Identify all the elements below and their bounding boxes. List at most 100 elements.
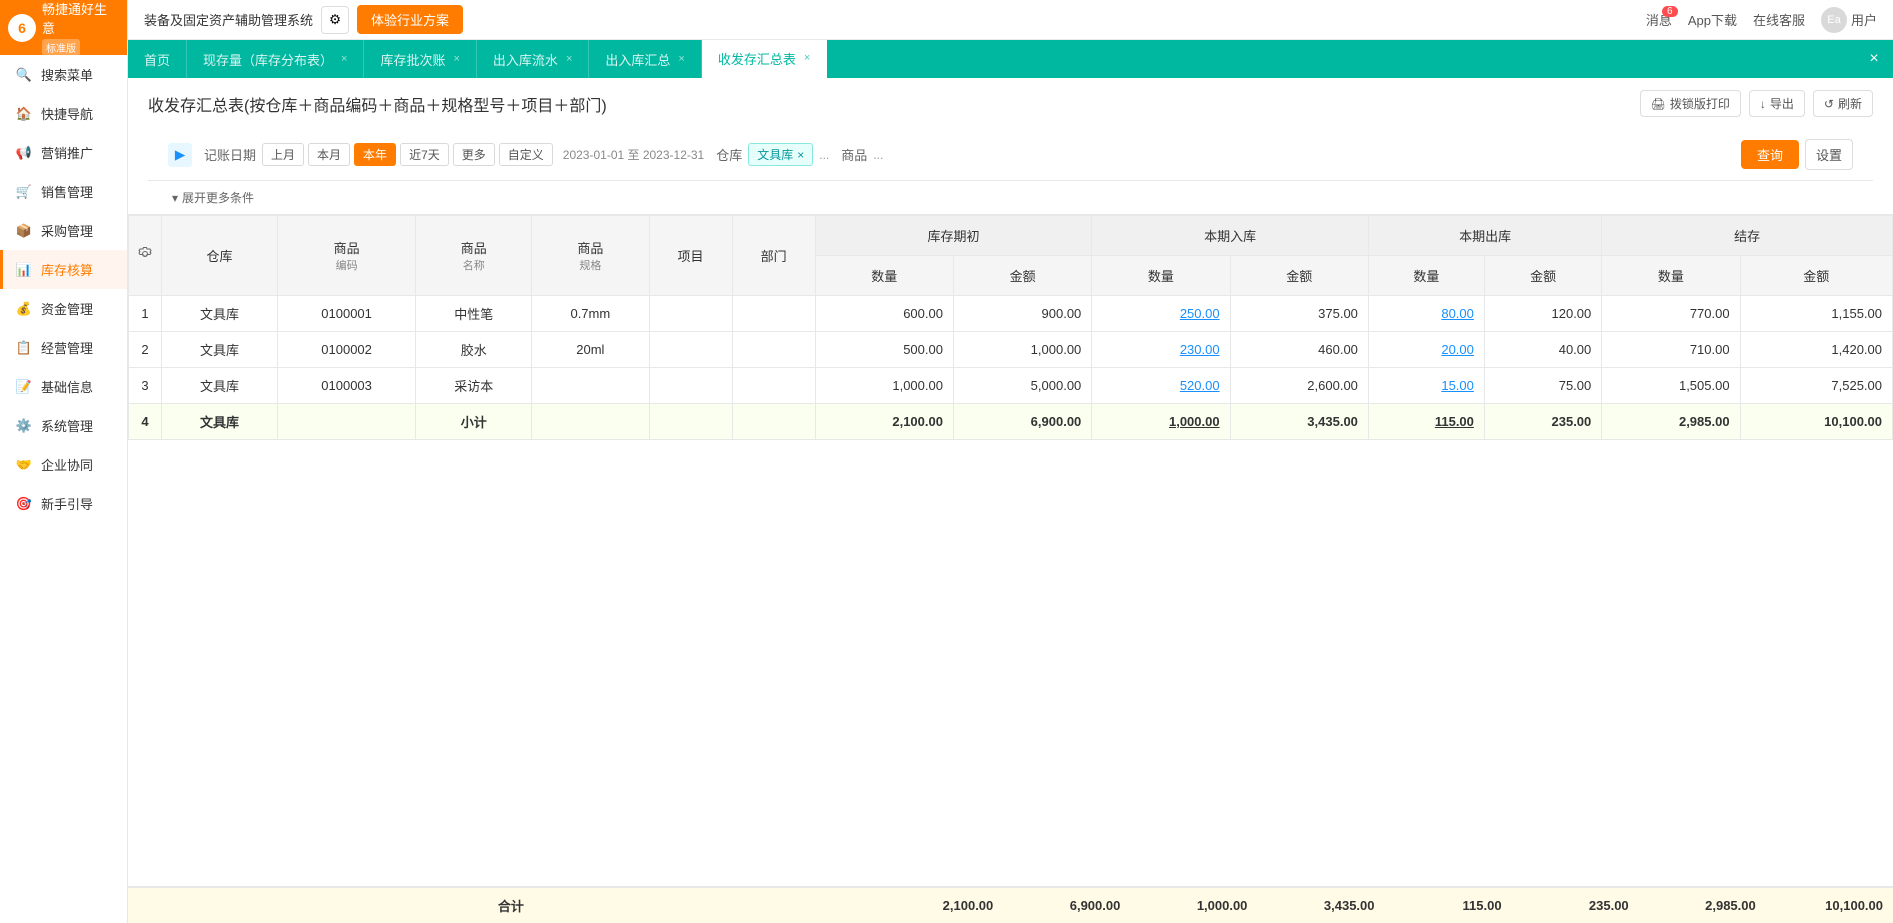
row-in-amt: 375.00 — [1230, 296, 1368, 332]
notification-button[interactable]: 消息 6 — [1646, 10, 1672, 29]
row-dept — [732, 332, 815, 368]
settings-button[interactable]: 设置 — [1805, 139, 1853, 170]
row-out-qty[interactable]: 20.00 — [1368, 332, 1484, 368]
app-download-label: App下载 — [1688, 10, 1737, 29]
tab-close-icon[interactable]: × — [678, 53, 684, 65]
tab-batch-ledger[interactable]: 库存批次账 × — [364, 40, 476, 78]
tab-bar-close-button[interactable]: × — [1855, 40, 1893, 78]
tab-close-icon[interactable]: × — [566, 53, 572, 65]
sidebar-item-system[interactable]: ⚙️ 系统管理 — [0, 406, 127, 445]
footer-out-qty: 115.00 — [1385, 896, 1512, 915]
row-spec: 0.7mm — [532, 296, 649, 332]
tab-inout-flow[interactable]: 出入库流水 × — [477, 40, 589, 78]
subtotal-dept — [732, 404, 815, 440]
print-button[interactable]: 🖨 拨锁版打印 — [1640, 90, 1741, 117]
col-out-qty-header: 数量 — [1368, 256, 1484, 296]
tab-close-icon[interactable]: × — [804, 52, 810, 64]
online-service-button[interactable]: 在线客服 — [1753, 10, 1805, 29]
row-code: 0100003 — [277, 368, 415, 404]
subtotal-out-qty: 115.00 — [1368, 404, 1484, 440]
row-open-qty: 600.00 — [815, 296, 953, 332]
query-button[interactable]: 查询 — [1741, 140, 1799, 169]
footer-bal-amt: 10,100.00 — [1766, 896, 1893, 915]
logo-text: 畅捷通好生意 标准版 — [42, 0, 119, 56]
subtotal-warehouse: 文具库 — [162, 404, 278, 440]
footer-table: 合计 2,100.00 6,900.00 1,000.00 3,435.00 1… — [128, 896, 1893, 915]
date-btn-custom[interactable]: 自定义 — [499, 143, 553, 166]
col-out-amt-header: 金额 — [1484, 256, 1601, 296]
sidebar-item-label: 企业协同 — [41, 455, 93, 474]
date-btn-7days[interactable]: 近7天 — [400, 143, 449, 166]
basic-info-icon: 📝 — [15, 378, 33, 396]
page-actions: 🖨 拨锁版打印 ↓ 导出 ↺ 刷新 — [1640, 90, 1873, 117]
expand-more-label[interactable]: 展开更多条件 — [182, 189, 254, 206]
date-btn-last-month[interactable]: 上月 — [262, 143, 304, 166]
sidebar-item-operations[interactable]: 📋 经营管理 — [0, 328, 127, 367]
tab-inventory-dist[interactable]: 现存量（库存分布表） × — [187, 40, 364, 78]
col-spec-header: 商品规格 — [532, 216, 649, 296]
sidebar-item-newbie[interactable]: 🎯 新手引导 — [0, 484, 127, 523]
filter-toggle-button[interactable]: ▶ — [168, 143, 192, 167]
row-bal-qty: 1,505.00 — [1602, 368, 1740, 404]
tab-home[interactable]: 首页 — [128, 40, 187, 78]
tab-close-icon[interactable]: × — [453, 53, 459, 65]
col-balance-header: 结存 — [1602, 216, 1893, 256]
row-name: 胶水 — [416, 332, 532, 368]
sidebar-item-sales[interactable]: 🛒 销售管理 — [0, 172, 127, 211]
sidebar-item-finance[interactable]: 💰 资金管理 — [0, 289, 127, 328]
row-out-amt: 75.00 — [1484, 368, 1601, 404]
row-bal-amt: 7,525.00 — [1740, 368, 1892, 404]
row-spec: 20ml — [532, 332, 649, 368]
app-download-button[interactable]: App下载 — [1688, 10, 1737, 29]
warehouse-tag-close[interactable]: × — [797, 148, 804, 162]
header-left: 装备及固定资产辅助管理系统 ⚙ 体验行业方案 — [144, 5, 463, 34]
filter-warehouse-group: 仓库 文具库 × ... — [716, 143, 829, 166]
sidebar-item-enterprise[interactable]: 🤝 企业协同 — [0, 445, 127, 484]
date-shortcuts: 上月 本月 本年 近7天 更多 自定义 — [262, 143, 553, 166]
export-button[interactable]: ↓ 导出 — [1749, 90, 1805, 117]
sidebar-item-basic-info[interactable]: 📝 基础信息 — [0, 367, 127, 406]
date-btn-this-year[interactable]: 本年 — [354, 143, 396, 166]
row-open-amt: 1,000.00 — [953, 332, 1091, 368]
col-settings-header[interactable] — [129, 216, 162, 296]
row-out-qty[interactable]: 15.00 — [1368, 368, 1484, 404]
search-icon: 🔍 — [15, 66, 33, 84]
goods-more[interactable]: ... — [873, 148, 883, 162]
inventory-icon: 📊 — [15, 261, 33, 279]
subtotal-in-amt: 3,435.00 — [1230, 404, 1368, 440]
user-avatar: Ea — [1821, 7, 1847, 33]
tab-close-icon[interactable]: × — [341, 53, 347, 65]
row-in-qty[interactable]: 520.00 — [1092, 368, 1230, 404]
col-bal-amt-header: 金额 — [1740, 256, 1892, 296]
config-button[interactable]: ⚙ — [321, 6, 349, 34]
col-code-header: 商品编码 — [277, 216, 415, 296]
subtotal-seq: 4 — [129, 404, 162, 440]
warehouse-more[interactable]: ... — [819, 148, 829, 162]
row-name: 采访本 — [416, 368, 532, 404]
date-btn-more[interactable]: 更多 — [453, 143, 495, 166]
operations-icon: 📋 — [15, 339, 33, 357]
table-container: 仓库 商品编码 商品名称 商品规格 项目 部门 库存期初 本期入库 本期出库 结… — [128, 215, 1893, 886]
sidebar-item-search[interactable]: 🔍 搜索菜单 — [0, 55, 127, 94]
sidebar-item-inventory[interactable]: 📊 库存核算 — [0, 250, 127, 289]
row-in-qty[interactable]: 250.00 — [1092, 296, 1230, 332]
date-btn-this-month[interactable]: 本月 — [308, 143, 350, 166]
tab-label: 收发存汇总表 — [718, 49, 796, 68]
row-out-qty[interactable]: 80.00 — [1368, 296, 1484, 332]
tab-bar: 首页 现存量（库存分布表） × 库存批次账 × 出入库流水 × 出入库汇总 × … — [128, 40, 1893, 78]
trial-button[interactable]: 体验行业方案 — [357, 5, 463, 34]
sidebar-item-quick-nav[interactable]: 🏠 快捷导航 — [0, 94, 127, 133]
tab-inout-summary[interactable]: 出入库汇总 × — [589, 40, 701, 78]
printer-icon: 🖨 — [1651, 97, 1666, 111]
notification-badge: 6 — [1662, 6, 1678, 17]
row-in-qty[interactable]: 230.00 — [1092, 332, 1230, 368]
row-bal-amt: 1,420.00 — [1740, 332, 1892, 368]
col-out-header: 本期出库 — [1368, 216, 1601, 256]
table-footer: 合计 2,100.00 6,900.00 1,000.00 3,435.00 1… — [128, 886, 1893, 923]
sidebar-item-marketing[interactable]: 📢 营销推广 — [0, 133, 127, 172]
user-menu[interactable]: Ea 用户 — [1821, 7, 1877, 33]
sidebar-item-purchase[interactable]: 📦 采购管理 — [0, 211, 127, 250]
tab-recv-send-summary[interactable]: 收发存汇总表 × — [702, 40, 827, 78]
subtotal-project — [649, 404, 732, 440]
refresh-button[interactable]: ↺ 刷新 — [1813, 90, 1873, 117]
